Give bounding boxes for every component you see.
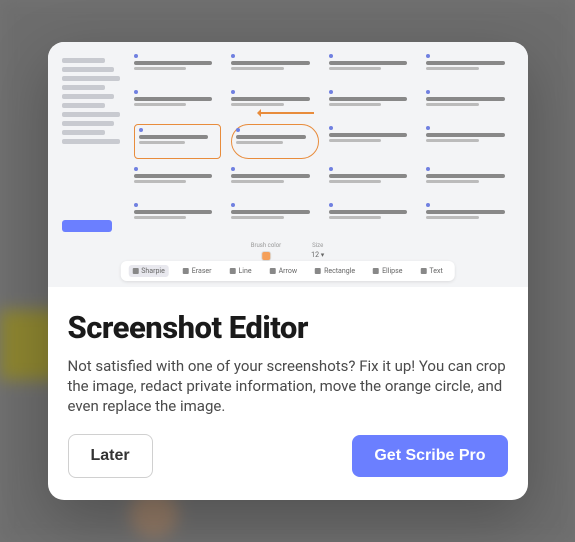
- preview-arrow-annotation: [258, 112, 314, 114]
- tool-sharpie: Sharpie: [128, 265, 169, 277]
- modal-actions: Later Get Scribe Pro: [68, 434, 508, 478]
- modal-overlay: Brush color Size 12 ▾ Sharpie Eraser: [0, 0, 575, 542]
- tool-ellipse: Ellipse: [369, 265, 406, 277]
- tool-arrow: Arrow: [266, 265, 302, 277]
- preview-sidebar: [62, 52, 124, 232]
- modal-description: Not satisfied with one of your screensho…: [68, 356, 508, 417]
- preview-sidebar-button: [62, 220, 112, 232]
- screenshot-editor-modal: Brush color Size 12 ▾ Sharpie Eraser: [48, 42, 528, 501]
- modal-title: Screenshot Editor: [68, 309, 508, 346]
- preview-illustration: Brush color Size 12 ▾ Sharpie Eraser: [48, 42, 528, 287]
- size-value: 12 ▾: [311, 251, 324, 259]
- tool-rectangle: Rectangle: [311, 265, 359, 277]
- ellipse-icon: [373, 268, 379, 274]
- get-pro-button[interactable]: Get Scribe Pro: [352, 435, 507, 477]
- modal-content: Screenshot Editor Not satisfied with one…: [48, 287, 528, 501]
- tool-text: Text: [416, 265, 446, 277]
- line-icon: [230, 268, 236, 274]
- arrow-icon: [270, 268, 276, 274]
- preview-cards: [134, 52, 514, 232]
- swatch-right-label: Size: [312, 242, 323, 249]
- sharpie-icon: [132, 268, 138, 274]
- rectangle-icon: [315, 268, 321, 274]
- preview-swatch-row: Brush color Size 12 ▾: [251, 242, 325, 261]
- color-swatch: [261, 251, 271, 261]
- swatch-left-label: Brush color: [251, 242, 281, 249]
- tool-eraser: Eraser: [179, 265, 216, 277]
- text-icon: [420, 268, 426, 274]
- preview-highlighted-card: [134, 124, 222, 158]
- tool-line: Line: [226, 265, 256, 277]
- editor-toolbar: Sharpie Eraser Line Arrow Rectangle: [120, 261, 455, 281]
- eraser-icon: [183, 268, 189, 274]
- later-button[interactable]: Later: [68, 434, 153, 478]
- preview-circled-card: [231, 124, 319, 158]
- preview-grid: [62, 52, 514, 232]
